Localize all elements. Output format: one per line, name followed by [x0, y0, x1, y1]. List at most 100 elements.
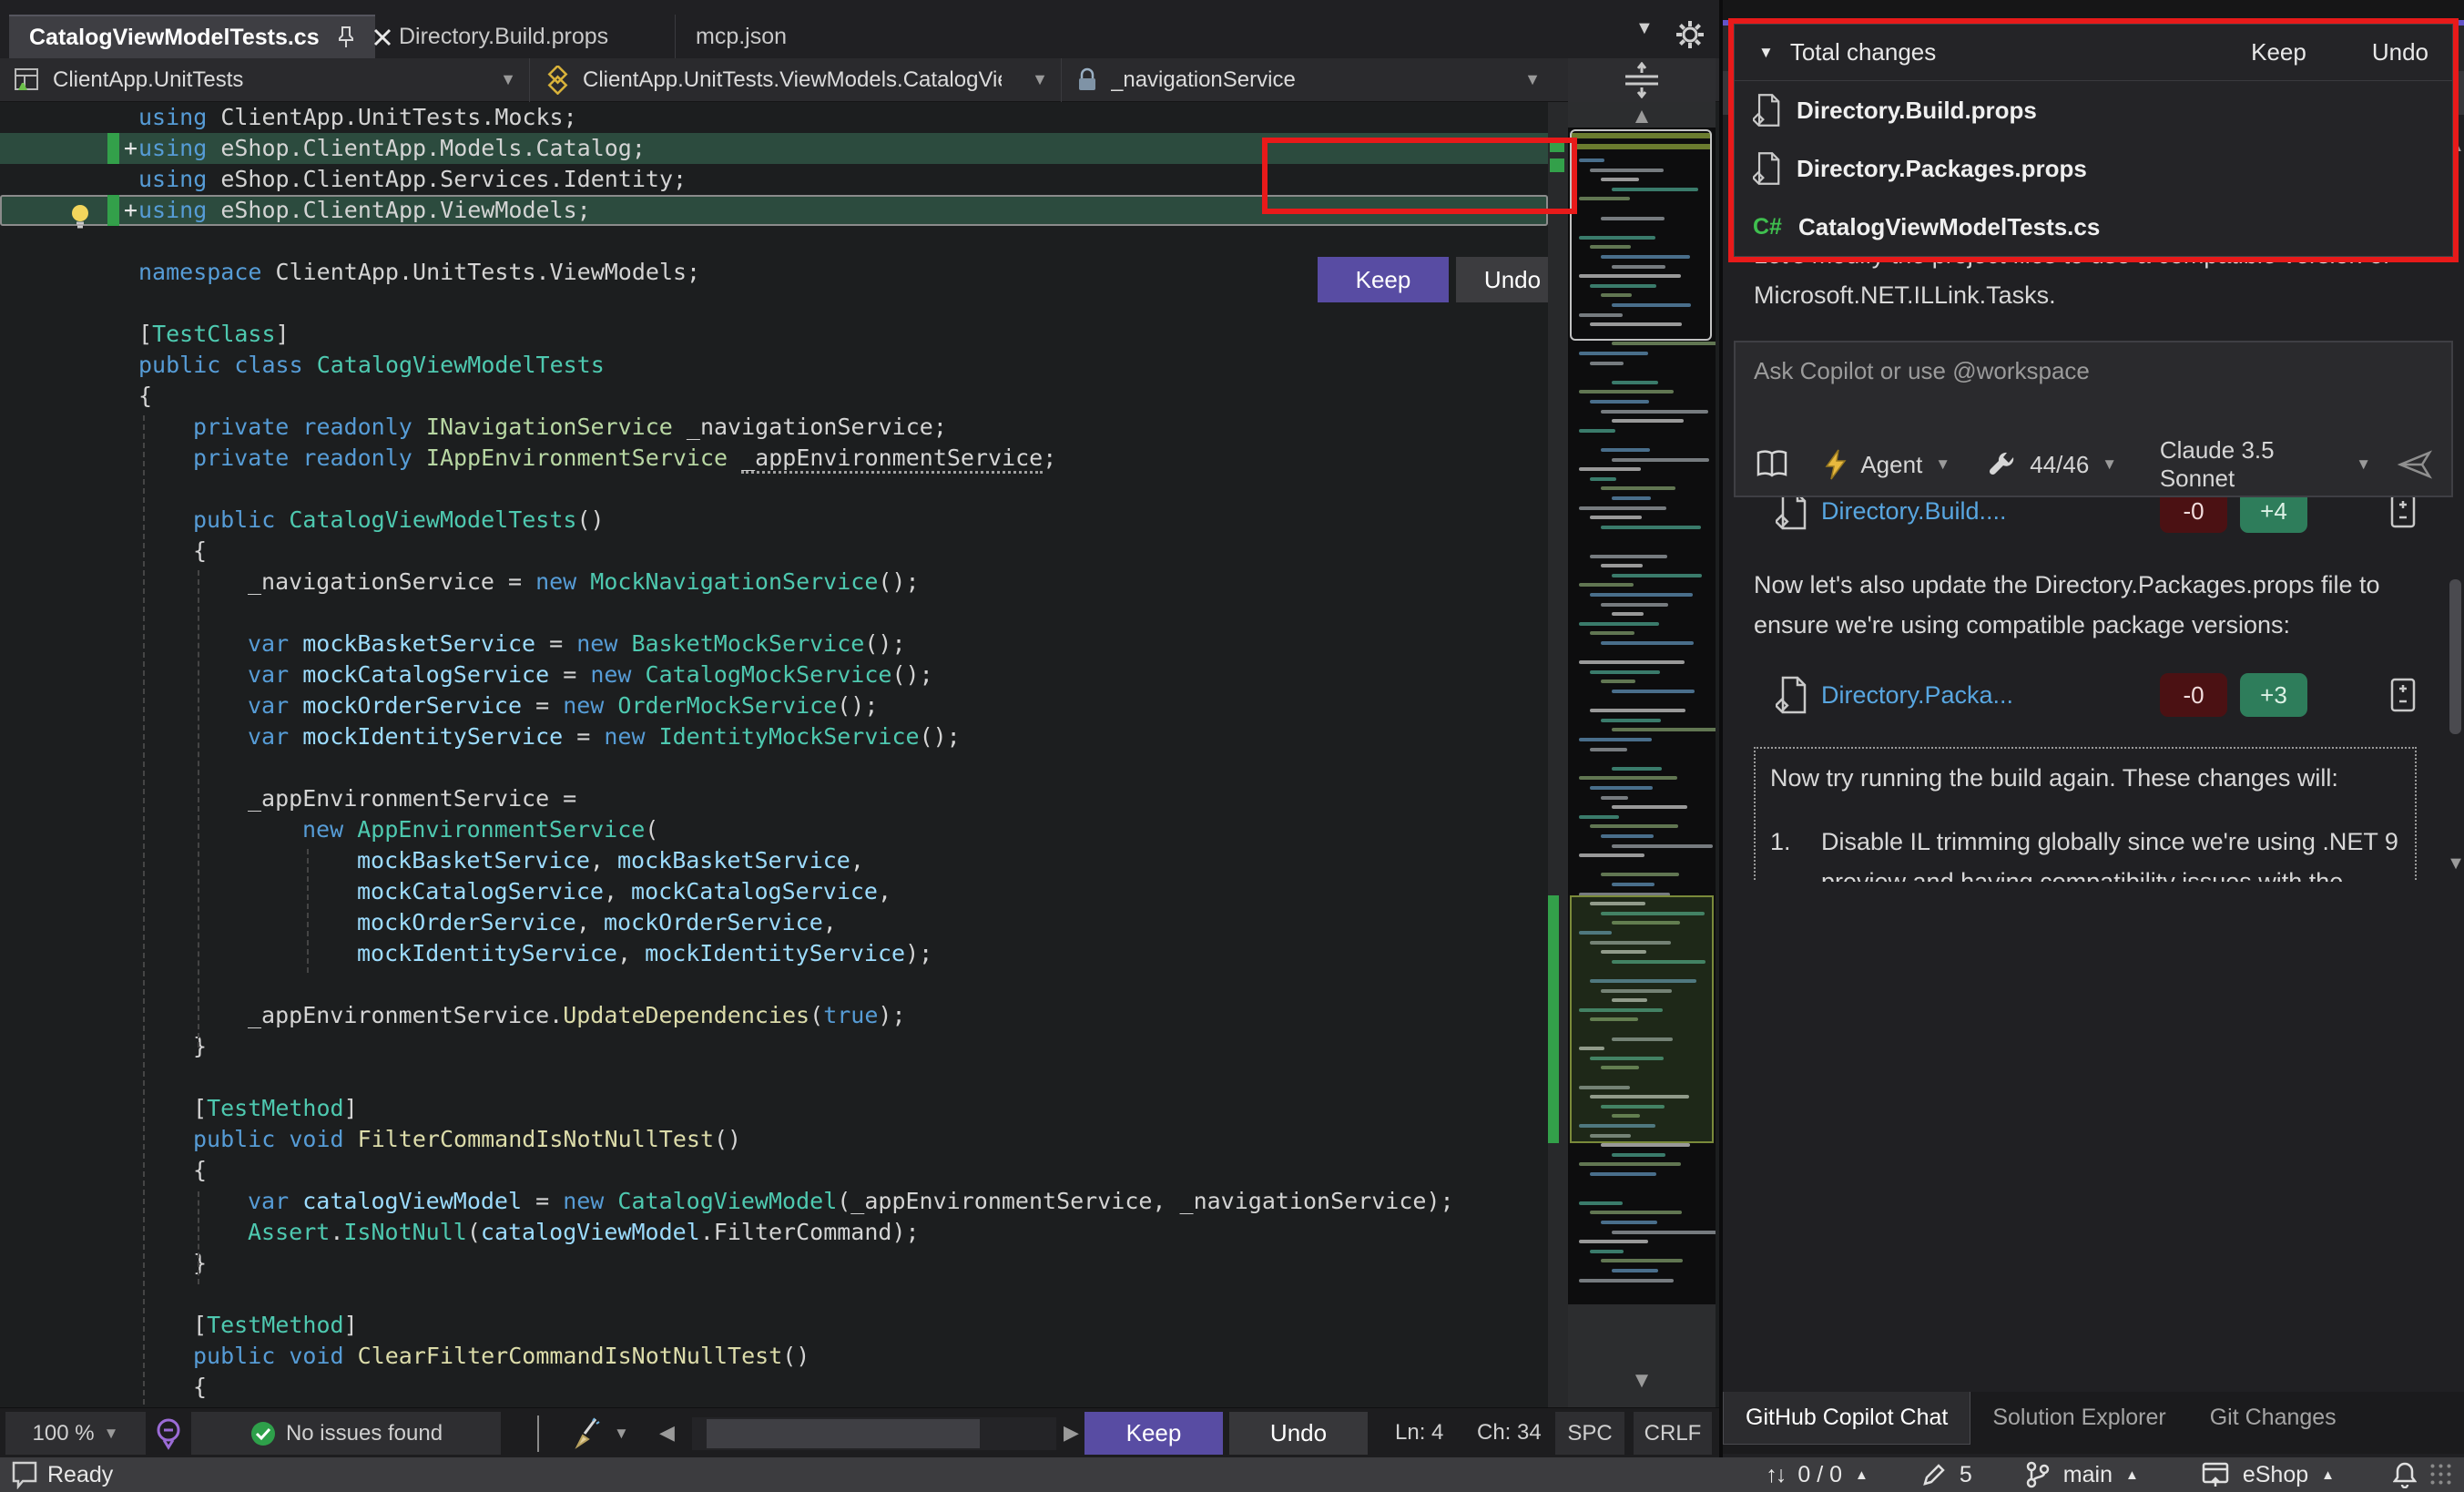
type-dropdown[interactable]: ClientApp.UnitTests.ViewModels.CatalogVi… — [530, 58, 1062, 102]
zoom-dropdown[interactable]: 100 % ▼ — [5, 1412, 146, 1455]
code-line[interactable]: var catalogViewModel = new CatalogViewMo… — [0, 1186, 1548, 1217]
column-indicator[interactable]: Ch: 34 — [1477, 1420, 1542, 1446]
code-line[interactable]: } — [0, 1248, 1548, 1279]
code-line[interactable]: var mockOrderService = new OrderMockServ… — [0, 690, 1548, 721]
undo-button[interactable]: Undo — [1229, 1412, 1368, 1455]
code-line[interactable]: { — [0, 536, 1548, 567]
pending-edits-count[interactable]: 5 — [1960, 1462, 1972, 1488]
repo-name[interactable]: eShop — [2243, 1462, 2308, 1488]
feedback-icon[interactable] — [153, 1417, 184, 1450]
code-line[interactable]: mockOrderService, mockOrderService, — [0, 907, 1548, 938]
code-line[interactable]: { — [0, 1372, 1548, 1403]
line-indicator[interactable]: Ln: 4 — [1395, 1420, 1443, 1446]
caret-up-icon[interactable]: ▲ — [2321, 1467, 2335, 1483]
code-line[interactable]: namespace ClientApp.UnitTests.ViewModels… — [0, 257, 1548, 288]
changed-file-row[interactable]: C# CatalogViewModelTests.cs — [1735, 198, 2452, 256]
scroll-down-icon[interactable]: ▼ — [2446, 843, 2464, 882]
code-line[interactable]: { — [0, 381, 1548, 412]
code-line[interactable]: mockCatalogService, mockCatalogService, — [0, 876, 1548, 907]
code-line[interactable] — [0, 1279, 1548, 1310]
code-line[interactable]: [TestMethod] — [0, 1310, 1548, 1341]
code-line[interactable]: } — [0, 1031, 1548, 1062]
code-line[interactable]: using ClientApp.UnitTests.Mocks; — [0, 102, 1548, 133]
hscroll-right-icon[interactable]: ▶ — [1064, 1421, 1079, 1445]
tab-list-chevron-icon[interactable]: ▼ — [1635, 18, 1654, 51]
chat-input[interactable] — [1736, 342, 2451, 424]
code-line[interactable]: _appEnvironmentService.UpdateDependencie… — [0, 1000, 1548, 1031]
inline-keep-button[interactable]: Keep — [1318, 257, 1449, 302]
panel-tab-copilot[interactable]: GitHub Copilot Chat — [1723, 1392, 1970, 1445]
sync-counter[interactable]: 0 / 0 — [1797, 1462, 1842, 1488]
code-line[interactable] — [0, 474, 1548, 505]
code-line[interactable]: { — [0, 1155, 1548, 1186]
hscrollbar-track[interactable] — [692, 1417, 1056, 1450]
code-line[interactable]: private readonly INavigationService _nav… — [0, 412, 1548, 443]
panel-tab-git-changes[interactable]: Git Changes — [2188, 1392, 2358, 1444]
resize-grip[interactable] — [2429, 1463, 2453, 1487]
caret-up-icon[interactable]: ▲ — [1855, 1467, 1868, 1483]
inline-undo-button[interactable]: Undo — [1456, 257, 1548, 302]
code-line[interactable] — [0, 288, 1548, 319]
gear-icon[interactable] — [1674, 18, 1706, 51]
code-line[interactable]: _navigationService = new MockNavigationS… — [0, 567, 1548, 598]
file-link[interactable]: Directory.Packa... — [1821, 675, 2013, 715]
bell-icon[interactable] — [2393, 1461, 2417, 1488]
agent-mode-dropdown[interactable]: Agent — [1860, 451, 1922, 479]
scrollbar-thumb[interactable] — [2449, 579, 2461, 734]
code-line[interactable] — [0, 598, 1548, 628]
code-line[interactable]: mockIdentityService, mockIdentityService… — [0, 938, 1548, 969]
keep-button[interactable]: Keep — [1084, 1412, 1223, 1455]
code-line[interactable]: new AppEnvironmentService( — [0, 814, 1548, 845]
eol-indicator[interactable]: CRLF — [1634, 1412, 1712, 1455]
code-line[interactable]: public CatalogViewModelTests() — [0, 505, 1548, 536]
hscroll-left-icon[interactable]: ◀ — [659, 1421, 675, 1445]
branch-name[interactable]: main — [2063, 1462, 2113, 1488]
code-line[interactable]: public void ClearFilterCommandIsNotNullT… — [0, 1341, 1548, 1372]
scroll-up-icon[interactable]: ▲ — [1568, 104, 1716, 129]
tools-dropdown[interactable]: 44/46 — [2030, 451, 2089, 479]
code-line[interactable]: _appEnvironmentService = — [0, 783, 1548, 814]
collapse-caret-icon[interactable]: ▼ — [1758, 44, 1774, 62]
code-line[interactable] — [0, 226, 1548, 257]
tab-catalogviewmodeltests[interactable]: CatalogViewModelTests.cs — [9, 15, 375, 58]
code-line[interactable]: private readonly IAppEnvironmentService … — [0, 443, 1548, 474]
changed-file-row[interactable]: Directory.Packages.props — [1735, 139, 2452, 198]
code-cleanup-button[interactable]: ▼ — [568, 1415, 629, 1452]
tab-mcp-json[interactable]: mcp.json — [675, 15, 857, 58]
book-icon[interactable] — [1754, 449, 1790, 480]
code-line[interactable] — [0, 1062, 1548, 1093]
code-line[interactable]: var mockCatalogService = new CatalogMock… — [0, 659, 1548, 690]
code-line[interactable]: [TestClass] — [0, 319, 1548, 350]
minimap[interactable]: ▲ ▼ — [1568, 102, 1716, 1407]
lightbulb-icon[interactable] — [64, 200, 97, 233]
code-line[interactable]: public class CatalogViewModelTests — [0, 350, 1548, 381]
file-chip[interactable]: Directory.Packa... -0 +3 — [1776, 667, 2417, 723]
diff-preview-icon[interactable] — [2389, 677, 2417, 713]
issues-indicator[interactable]: No issues found — [191, 1412, 501, 1455]
code-line[interactable]: Assert.IsNotNull(catalogViewModel.Filter… — [0, 1217, 1548, 1248]
model-dropdown[interactable]: Claude 3.5 Sonnet — [2160, 436, 2343, 493]
panel-tab-solution-explorer[interactable]: Solution Explorer — [1970, 1392, 2187, 1444]
tab-pin-icon[interactable] — [336, 26, 356, 49]
send-icon[interactable] — [2397, 449, 2433, 480]
caret-up-icon[interactable]: ▲ — [2125, 1467, 2139, 1483]
code-editor[interactable]: using ClientApp.UnitTests.Mocks;+using e… — [0, 102, 1548, 1407]
hscrollbar-thumb[interactable] — [707, 1419, 980, 1448]
code-line[interactable]: var mockIdentityService = new IdentityMo… — [0, 721, 1548, 752]
diff-preview-icon[interactable] — [2389, 493, 2417, 529]
code-line[interactable] — [0, 969, 1548, 1000]
split-editor-button[interactable] — [1568, 58, 1716, 102]
code-line[interactable] — [0, 752, 1548, 783]
code-line[interactable]: [TestMethod] — [0, 1093, 1548, 1124]
code-line[interactable]: public void FilterCommandIsNotNullTest() — [0, 1124, 1548, 1155]
code-line[interactable]: var mockBasketService = new BasketMockSe… — [0, 628, 1548, 659]
project-dropdown[interactable]: ClientApp.UnitTests ▼ — [0, 58, 530, 102]
changed-file-row[interactable]: Directory.Build.props — [1735, 81, 2452, 139]
total-keep-button[interactable]: Keep — [2251, 38, 2306, 66]
scroll-down-icon[interactable]: ▼ — [1568, 1368, 1716, 1394]
tab-directory-build-props[interactable]: Directory.Build.props — [379, 15, 672, 58]
total-undo-button[interactable]: Undo — [2372, 38, 2428, 66]
space-indicator[interactable]: SPC — [1555, 1412, 1624, 1455]
member-dropdown[interactable]: _navigationService ▼ — [1062, 58, 1553, 102]
code-line[interactable]: mockBasketService, mockBasketService, — [0, 845, 1548, 876]
